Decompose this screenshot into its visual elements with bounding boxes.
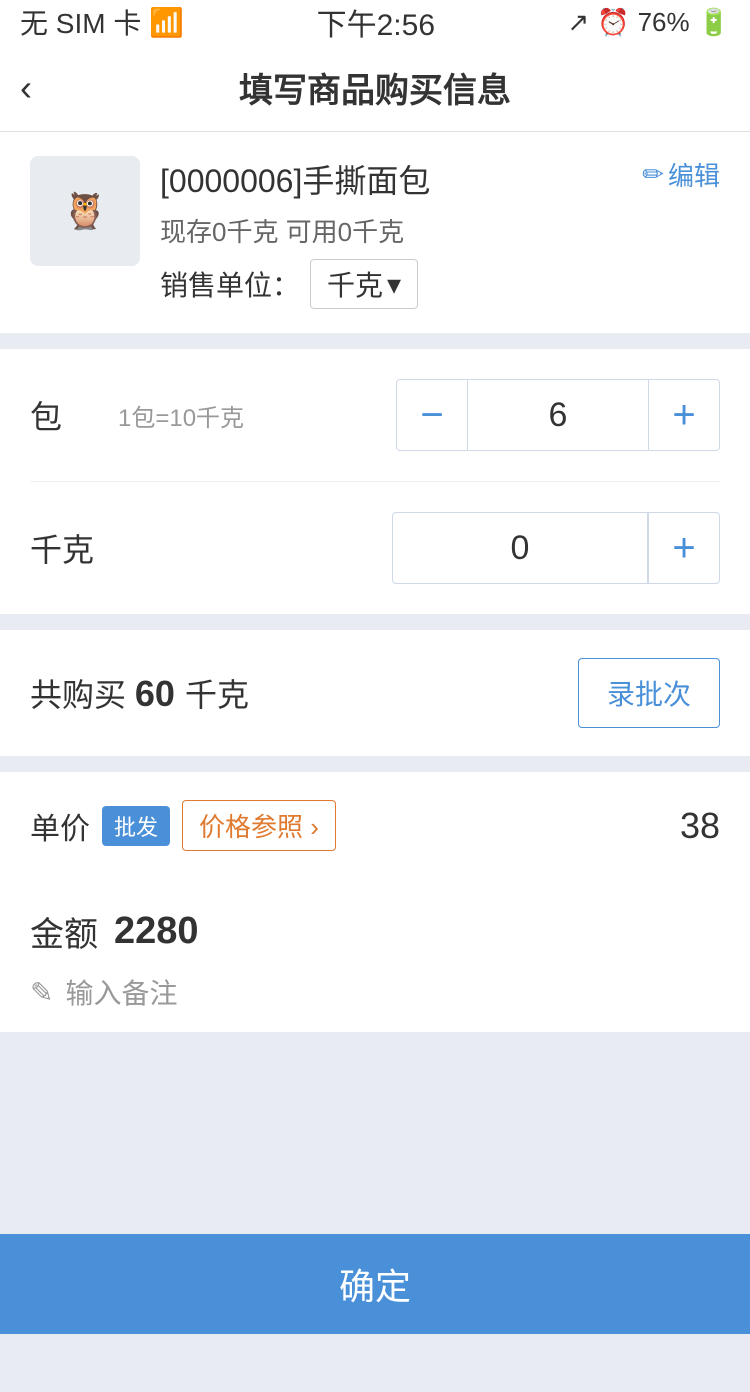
price-label: 单价	[30, 804, 90, 848]
amount-row: 金额 2280	[30, 907, 720, 956]
product-logo-icon: 🦉	[63, 190, 108, 232]
price-value: 38	[680, 805, 720, 847]
edit-icon: ✏	[642, 159, 664, 190]
status-time: 下午2:56	[317, 0, 435, 44]
section-divider-1	[0, 333, 750, 349]
page-title: 填写商品购买信息	[239, 63, 511, 112]
amount-value: 2280	[114, 910, 199, 953]
unit-label: 销售单位：	[160, 264, 300, 304]
kg-plus-button[interactable]: +	[648, 512, 720, 584]
package-plus-button[interactable]: +	[648, 379, 720, 451]
package-minus-button[interactable]: −	[396, 379, 468, 451]
total-section: 共购买 60 千克 录批次	[0, 630, 750, 756]
unit-select[interactable]: 千克 ▾	[310, 259, 418, 309]
kg-row: 千克 +	[30, 482, 720, 614]
chevron-down-icon: ▾	[387, 268, 401, 301]
back-button[interactable]: ‹	[20, 67, 32, 109]
nav-bar: ‹ 填写商品购买信息	[0, 44, 750, 132]
price-section: 单价 批发 价格参照 › 38	[0, 772, 750, 879]
total-prefix: 共购买	[30, 677, 126, 713]
kg-label: 千克	[30, 525, 110, 571]
product-stock: 现存0千克 可用0千克	[160, 212, 720, 249]
product-unit-row: 销售单位： 千克 ▾	[160, 259, 720, 309]
amount-section: 金额 2280 ✎ 输入备注	[0, 879, 750, 1032]
package-label: 包	[30, 392, 110, 438]
section-divider-3	[0, 756, 750, 772]
confirm-button-label: 确定	[339, 1258, 411, 1310]
empty-content-area	[0, 1032, 750, 1392]
quantity-section: 包 1包=10千克 − + 千克 +	[0, 349, 750, 614]
total-unit: 千克	[185, 677, 249, 713]
package-hint: 1包=10千克	[118, 398, 396, 433]
total-text: 共购买 60 千克	[30, 670, 249, 716]
remark-text: 输入备注	[65, 972, 177, 1012]
battery-label: 76%	[638, 7, 690, 38]
status-bar: 无 SIM 卡 📶 下午2:56 ↗ ⏰ 76% 🔋	[0, 0, 750, 44]
amount-label: 金额	[30, 907, 98, 956]
package-quantity-control: − +	[396, 379, 720, 451]
price-label-group: 单价 批发 价格参照 ›	[30, 800, 336, 851]
package-row: 包 1包=10千克 − +	[30, 349, 720, 482]
kg-quantity-control: +	[392, 512, 720, 584]
section-divider-2	[0, 614, 750, 630]
unit-value: 千克	[327, 264, 383, 304]
kg-quantity-input[interactable]	[392, 512, 648, 584]
product-info: [0000006]手撕面包 ✏ 编辑 现存0千克 可用0千克 销售单位： 千克 …	[160, 156, 720, 309]
location-icon: ↗	[567, 7, 589, 38]
batch-button[interactable]: 录批次	[578, 658, 720, 728]
alarm-icon: ⏰	[597, 7, 629, 38]
package-quantity-input[interactable]	[468, 379, 648, 451]
battery-icon: 🔋	[698, 7, 730, 38]
edit-button[interactable]: ✏ 编辑	[642, 156, 720, 193]
pencil-icon: ✎	[30, 976, 53, 1009]
price-reference-button[interactable]: 价格参照 ›	[182, 800, 336, 851]
status-right: ↗ ⏰ 76% 🔋	[567, 7, 730, 38]
price-tag-badge: 批发	[102, 806, 170, 846]
product-name: [0000006]手撕面包	[160, 156, 430, 202]
product-thumbnail: 🦉	[30, 156, 140, 266]
total-amount: 60	[135, 673, 185, 714]
remark-row[interactable]: ✎ 输入备注	[30, 972, 720, 1012]
product-card: 🦉 [0000006]手撕面包 ✏ 编辑 现存0千克 可用0千克 销售单位： 千…	[0, 132, 750, 333]
wifi-icon: 📶	[149, 6, 184, 39]
confirm-bar[interactable]: 确定	[0, 1234, 750, 1334]
status-left: 无 SIM 卡 📶	[20, 2, 184, 42]
edit-label: 编辑	[668, 156, 720, 193]
sim-label: 无 SIM 卡	[20, 2, 141, 42]
